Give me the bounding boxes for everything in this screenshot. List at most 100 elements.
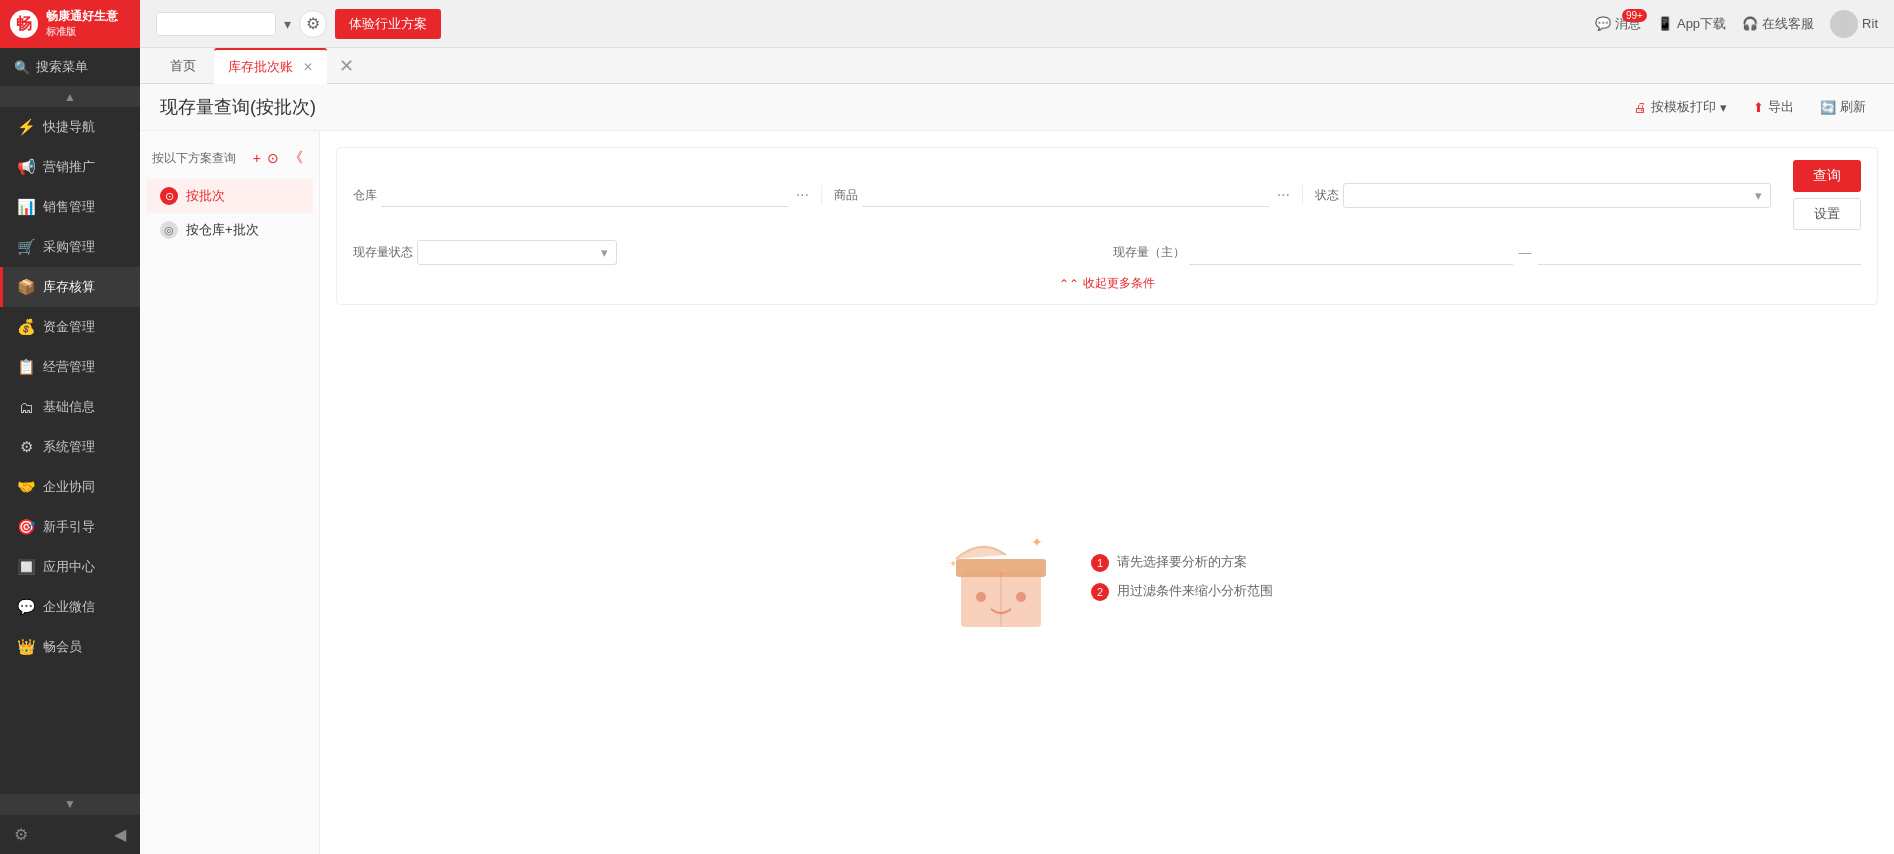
sidebar-collapse-icon[interactable]: ◀ — [114, 825, 126, 844]
sidebar-item-basic[interactable]: 🗂 基础信息 — [0, 387, 140, 427]
sidebar-scroll-up[interactable]: ▲ — [0, 87, 140, 107]
topbar-dropdown-icon[interactable]: ▾ — [284, 16, 291, 32]
status-label: 状态 — [1315, 187, 1339, 204]
print-dropdown-icon[interactable]: ▾ — [1720, 100, 1727, 115]
edition-label: 标准版 — [46, 25, 118, 39]
inventory-status-select[interactable]: ▾ — [417, 240, 617, 265]
sidebar-item-newbie[interactable]: 🎯 新手引导 — [0, 507, 140, 547]
warehouse-input[interactable] — [381, 183, 788, 207]
search-menu-item[interactable]: 🔍 搜索菜单 — [0, 48, 140, 87]
tab-home[interactable]: 首页 — [156, 48, 210, 84]
newbie-icon: 🎯 — [17, 518, 35, 536]
settings-button[interactable]: 设置 — [1793, 198, 1861, 230]
status-dropdown-icon: ▾ — [1755, 188, 1762, 203]
member-icon: 👑 — [17, 638, 35, 656]
shortcut-icon: ⚡ — [17, 118, 35, 136]
nav-label: 基础信息 — [43, 398, 95, 416]
finance-icon: 💰 — [17, 318, 35, 336]
product-input[interactable] — [862, 183, 1269, 207]
sidebar-item-member[interactable]: 👑 畅会员 — [0, 627, 140, 667]
main-area: ▾ ⚙ 体验行业方案 💬 消息 99+ 📱 App下载 🎧 在线客服 Rit — [140, 0, 1894, 854]
query-button[interactable]: 查询 — [1793, 160, 1861, 192]
status-field: 状态 ▾ — [1315, 183, 1771, 208]
app-logo: 畅 — [10, 10, 38, 38]
nav-label: 销售管理 — [43, 198, 95, 216]
user-profile-item[interactable]: Rit — [1830, 10, 1878, 38]
online-service-item[interactable]: 🎧 在线客服 — [1742, 15, 1814, 33]
page-title: 现存量查询(按批次) — [160, 95, 316, 119]
empty-state: ✦ ✦ 1 请先选择要分析的方案 2 用过滤条件来缩小分析范围 — [336, 315, 1878, 838]
print-button[interactable]: 🖨 按模板打印 ▾ — [1626, 94, 1735, 120]
empty-tip-2: 2 用过滤条件来缩小分析范围 — [1091, 582, 1273, 601]
product-field: 商品 ··· — [834, 183, 1290, 207]
empty-svg: ✦ ✦ — [941, 517, 1061, 637]
sidebar: 畅 畅康通好生意 标准版 🔍 搜索菜单 ▲ ⚡ 快捷导航 📢 营销推广 📊 销售… — [0, 0, 140, 854]
sidebar-item-finance[interactable]: 💰 资金管理 — [0, 307, 140, 347]
app-download-item[interactable]: 📱 App下载 — [1657, 15, 1726, 33]
marketing-icon: 📢 — [17, 158, 35, 176]
status-select[interactable]: ▾ — [1343, 183, 1771, 208]
inventory-status-field: 现存量状态 ▾ — [353, 240, 1101, 265]
sidebar-item-enterprise[interactable]: 🤝 企业协同 — [0, 467, 140, 507]
sidebar-item-sales[interactable]: 📊 销售管理 — [0, 187, 140, 227]
qty-max-input[interactable] — [1538, 241, 1862, 265]
sidebar-item-marketing[interactable]: 📢 营销推广 — [0, 147, 140, 187]
warehouse-more-icon[interactable]: ··· — [796, 186, 809, 204]
sidebar-item-shortcut[interactable]: ⚡ 快捷导航 — [0, 107, 140, 147]
qty-range: — — [1189, 241, 1861, 265]
scheme-item-batch[interactable]: ⊙ 按批次 — [146, 179, 313, 213]
range-dash: — — [1519, 245, 1532, 260]
topbar-settings-icon[interactable]: ⚙ — [299, 10, 327, 38]
sidebar-scroll-down[interactable]: ▼ — [0, 794, 140, 814]
nav-label: 经营管理 — [43, 358, 95, 376]
apps-icon: 🔲 — [17, 558, 35, 576]
app-download-label: App下载 — [1677, 15, 1726, 33]
sidebar-item-apps[interactable]: 🔲 应用中心 — [0, 547, 140, 587]
sidebar-item-system[interactable]: ⚙ 系统管理 — [0, 427, 140, 467]
nav-label: 系统管理 — [43, 438, 95, 456]
sidebar-item-wechat[interactable]: 💬 企业微信 — [0, 587, 140, 627]
sidebar-item-purchase[interactable]: 🛒 采购管理 — [0, 227, 140, 267]
refresh-button[interactable]: 🔄 刷新 — [1812, 94, 1874, 120]
tab-batch-inventory[interactable]: 库存批次账 ✕ — [214, 48, 327, 84]
company-name: 畅康通好生意 — [46, 9, 118, 25]
empty-tip-1: 1 请先选择要分析的方案 — [1091, 553, 1273, 572]
sidebar-item-operation[interactable]: 📋 经营管理 — [0, 347, 140, 387]
page-area: 现存量查询(按批次) 🖨 按模板打印 ▾ ⬆ 导出 🔄 刷新 — [140, 84, 1894, 854]
page-header: 现存量查询(按批次) 🖨 按模板打印 ▾ ⬆ 导出 🔄 刷新 — [140, 84, 1894, 131]
close-page-button[interactable]: ✕ — [339, 55, 354, 77]
tab-close-icon[interactable]: ✕ — [303, 60, 313, 74]
inventory-status-label: 现存量状态 — [353, 244, 413, 261]
search-input[interactable] — [156, 12, 276, 36]
product-more-icon[interactable]: ··· — [1277, 186, 1290, 204]
nav-label: 快捷导航 — [43, 118, 95, 136]
left-panel-collapse-icon[interactable]: 《 — [285, 145, 307, 171]
nav-label: 库存核算 — [43, 278, 95, 296]
message-badge: 99+ — [1622, 9, 1647, 22]
trial-button[interactable]: 体验行业方案 — [335, 9, 441, 39]
batch-tab-label: 库存批次账 — [228, 58, 293, 76]
message-item[interactable]: 💬 消息 99+ — [1595, 15, 1641, 33]
wechat-icon: 💬 — [17, 598, 35, 616]
online-service-label: 在线客服 — [1762, 15, 1814, 33]
scheme-item-warehouse-batch[interactable]: ◎ 按仓库+批次 — [146, 213, 313, 247]
collapse-more-button[interactable]: ⌃⌃ 收起更多条件 — [353, 275, 1861, 292]
nav-label: 企业微信 — [43, 598, 95, 616]
basic-icon: 🗂 — [17, 398, 35, 416]
sidebar-settings-icon[interactable]: ⚙ — [14, 825, 28, 844]
nav-label: 企业协同 — [43, 478, 95, 496]
svg-text:✦: ✦ — [1031, 534, 1043, 550]
scheme-settings-icon[interactable]: ⊙ — [267, 150, 279, 166]
search-icon: 🔍 — [14, 60, 30, 75]
left-panel-header: 按以下方案查询 + ⊙ 《 — [140, 141, 319, 179]
add-scheme-icon[interactable]: + — [253, 150, 261, 166]
inventory-qty-field: 现存量（主） — — [1113, 241, 1861, 265]
export-button[interactable]: ⬆ 导出 — [1745, 94, 1802, 120]
inv-status-dropdown-icon: ▾ — [601, 245, 608, 260]
qty-min-input[interactable] — [1189, 241, 1513, 265]
tip-num-1: 1 — [1091, 554, 1109, 572]
filter-row-1: 仓库 ··· 商品 ··· 状态 — [353, 160, 1861, 230]
sidebar-item-inventory[interactable]: 📦 库存核算 — [0, 267, 140, 307]
filter-area: 仓库 ··· 商品 ··· 状态 — [336, 147, 1878, 305]
left-panel: 按以下方案查询 + ⊙ 《 ⊙ 按批次 ◎ 按仓库+批次 — [140, 131, 320, 854]
